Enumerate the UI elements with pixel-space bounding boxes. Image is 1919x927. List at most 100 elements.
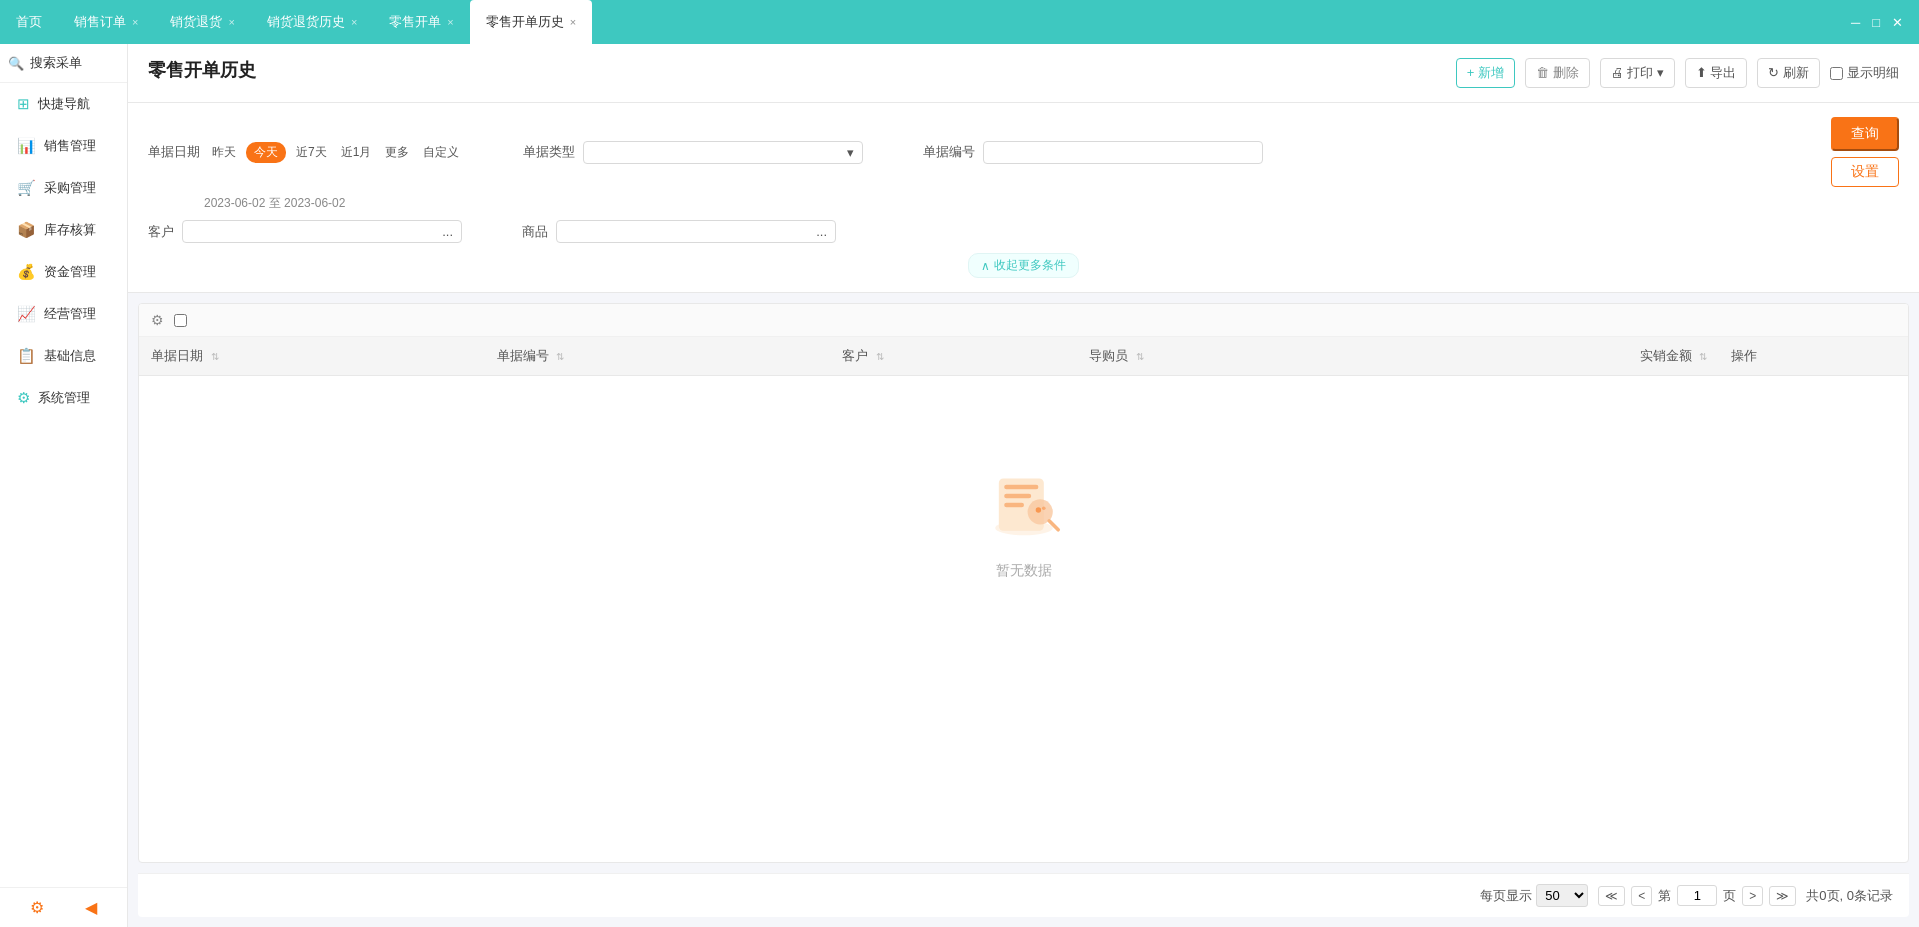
main-layout: 🔍 搜索采单 ⊞ 快捷导航 📊 销售管理 🛒 采购管理 📦 库存核算 �	[0, 44, 1919, 927]
per-page-dropdown[interactable]: 50 20 100 200	[1536, 884, 1588, 907]
th-guide[interactable]: 导购员 ⇅	[1077, 337, 1373, 376]
delete-button-label: 🗑 删除	[1536, 64, 1579, 82]
query-button[interactable]: 查询	[1831, 117, 1899, 151]
sidebar-item-basic-info[interactable]: 📋 基础信息	[0, 335, 127, 377]
add-button[interactable]: + 新增	[1456, 58, 1515, 88]
sidebar-item-purchase-mgmt[interactable]: 🛒 采购管理	[0, 167, 127, 209]
tab-sales-return-close[interactable]: ×	[228, 16, 234, 28]
sidebar-item-sys-mgmt[interactable]: ⚙ 系统管理	[0, 377, 127, 419]
sidebar-settings-icon[interactable]: ⚙	[30, 898, 44, 917]
show-detail: 显示明细	[1830, 64, 1899, 82]
th-date[interactable]: 单据日期 ⇅	[139, 337, 485, 376]
collapse-button[interactable]: ∧ 收起更多条件	[968, 253, 1079, 278]
refresh-button[interactable]: ↻ 刷新	[1757, 58, 1820, 88]
add-button-label: + 新增	[1467, 64, 1504, 82]
date-last7[interactable]: 近7天	[292, 142, 331, 163]
date-yesterday[interactable]: 昨天	[208, 142, 240, 163]
page-title: 零售开单历史	[148, 60, 256, 80]
th-date-label: 单据日期	[151, 348, 203, 363]
svg-rect-4	[1004, 503, 1024, 508]
goods-input-value	[565, 224, 569, 239]
th-ops: 操作	[1719, 337, 1908, 376]
customer-input-value	[191, 224, 195, 239]
page-nav: ≪ < 第 页 > ≫	[1598, 885, 1796, 906]
goods-filter: 商品 ...	[522, 220, 836, 243]
last-page-button[interactable]: ≫	[1769, 886, 1796, 906]
tab-retail-open-close[interactable]: ×	[447, 16, 453, 28]
tab-return-history-close[interactable]: ×	[351, 16, 357, 28]
refresh-button-label: ↻ 刷新	[1768, 64, 1809, 82]
sidebar-item-finance[interactable]: 💰 资金管理	[0, 251, 127, 293]
th-amount-label: 实销金额	[1640, 348, 1692, 363]
th-order-no[interactable]: 单据编号 ⇅	[485, 337, 831, 376]
tab-retail-history-label: 零售开单历史	[486, 13, 564, 31]
date-more[interactable]: 更多	[381, 142, 413, 163]
order-no-input[interactable]	[983, 141, 1263, 164]
print-button[interactable]: 🖨 打印 ▾	[1600, 58, 1675, 88]
export-button[interactable]: ⬆ 导出	[1685, 58, 1748, 88]
sidebar-item-quick-nav-label: 快捷导航	[38, 95, 90, 113]
order-no-label: 单据编号	[923, 143, 975, 161]
prev-page-button[interactable]: <	[1631, 886, 1652, 906]
tab-retail-history[interactable]: 零售开单历史 ×	[470, 0, 592, 44]
date-today[interactable]: 今天	[246, 142, 286, 163]
tab-sales-order-label: 销售订单	[74, 13, 126, 31]
th-customer-label: 客户	[842, 348, 868, 363]
customer-input[interactable]: ...	[182, 220, 462, 243]
sidebar-collapse-icon[interactable]: ◀	[85, 898, 97, 917]
show-detail-checkbox[interactable]	[1830, 67, 1843, 80]
sort-guide-icon: ⇅	[1136, 351, 1144, 362]
collapse-label: 收起更多条件	[994, 257, 1066, 274]
sidebar-item-ops-mgmt[interactable]: 📈 经营管理	[0, 293, 127, 335]
sidebar-search[interactable]: 🔍 搜索采单	[0, 44, 127, 83]
tab-sales-order[interactable]: 销售订单 ×	[58, 0, 154, 44]
select-all-checkbox[interactable]	[174, 314, 187, 327]
inventory-icon: 📦	[17, 221, 36, 239]
sort-customer-icon: ⇅	[876, 351, 884, 362]
collapse-row: ∧ 收起更多条件	[148, 253, 1899, 278]
sidebar-bottom: ⚙ ◀	[0, 887, 127, 927]
sidebar-item-basic-info-label: 基础信息	[44, 347, 96, 365]
svg-point-7	[1035, 507, 1040, 512]
table-header-bar: ⚙	[139, 304, 1908, 337]
window-maximize[interactable]: □	[1872, 15, 1880, 30]
ops-mgmt-icon: 📈	[17, 305, 36, 323]
type-select[interactable]: ▾	[583, 141, 863, 164]
tab-retail-history-close[interactable]: ×	[570, 16, 576, 28]
th-order-no-label: 单据编号	[497, 348, 549, 363]
tab-sales-return[interactable]: 销货退货 ×	[154, 0, 250, 44]
sidebar-item-sales-mgmt[interactable]: 📊 销售管理	[0, 125, 127, 167]
sidebar-item-quick-nav[interactable]: ⊞ 快捷导航	[0, 83, 127, 125]
svg-rect-3	[1004, 494, 1031, 499]
tab-retail-open[interactable]: 零售开单 ×	[373, 0, 469, 44]
th-amount[interactable]: 实销金额 ⇅	[1374, 337, 1720, 376]
per-page-label: 每页显示	[1480, 887, 1532, 905]
date-custom[interactable]: 自定义	[419, 142, 463, 163]
sidebar-item-inventory[interactable]: 📦 库存核算	[0, 209, 127, 251]
window-close[interactable]: ✕	[1892, 15, 1903, 30]
search-icon: 🔍	[8, 56, 24, 71]
next-page-button[interactable]: >	[1742, 886, 1763, 906]
tab-home[interactable]: 首页	[0, 0, 58, 44]
goods-label: 商品	[522, 223, 548, 241]
first-page-button[interactable]: ≪	[1598, 886, 1625, 906]
date-last-month[interactable]: 近1月	[337, 142, 376, 163]
collapse-icon: ∧	[981, 259, 990, 273]
svg-point-8	[1042, 506, 1046, 510]
page-input[interactable]	[1677, 885, 1717, 906]
tab-sales-order-close[interactable]: ×	[132, 16, 138, 28]
settings-button[interactable]: 设置	[1831, 157, 1899, 187]
goods-input[interactable]: ...	[556, 220, 836, 243]
tab-return-history[interactable]: 销货退货历史 ×	[251, 0, 373, 44]
delete-button[interactable]: 🗑 删除	[1525, 58, 1590, 88]
empty-text: 暂无数据	[996, 562, 1052, 580]
th-customer[interactable]: 客户 ⇅	[830, 337, 1077, 376]
pagination-bar: 每页显示 50 20 100 200 ≪ < 第 页 > ≫ 共0页, 0条记录	[138, 873, 1909, 917]
sort-order-no-icon: ⇅	[556, 351, 564, 362]
goods-dots-icon: ...	[816, 224, 827, 239]
table-settings-icon[interactable]: ⚙	[151, 312, 164, 328]
query-actions: 查询 设置	[1831, 117, 1899, 187]
window-minimize[interactable]: ─	[1851, 15, 1860, 30]
query-button-label: 查询	[1851, 125, 1879, 141]
table-wrapper: ⚙ 单据日期 ⇅ 单据编号 ⇅ 客户	[138, 303, 1909, 863]
